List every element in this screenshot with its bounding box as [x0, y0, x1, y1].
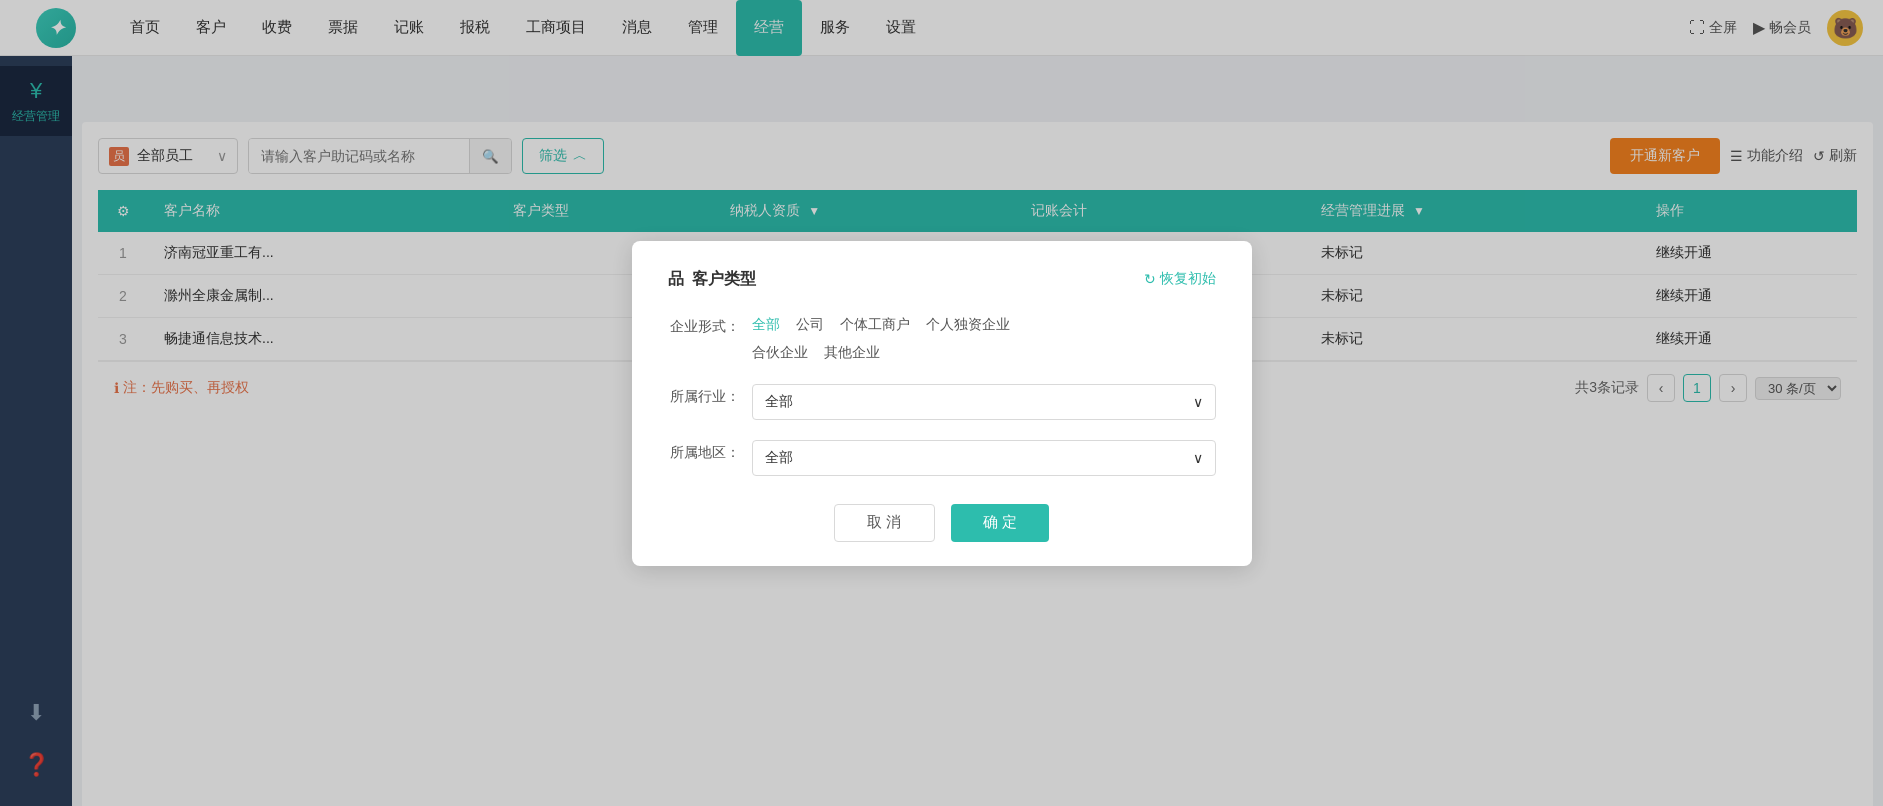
industry-form-row: 所属行业： 全部 ∨ — [668, 384, 1216, 420]
industry-select-container: 全部 ∨ — [752, 384, 1216, 420]
modal-header: 品 客户类型 ↻ 恢复初始 — [668, 269, 1216, 290]
industry-dropdown-icon: ∨ — [1193, 394, 1203, 410]
modal-title: 品 客户类型 — [668, 269, 756, 290]
confirm-button[interactable]: 确 定 — [951, 504, 1049, 542]
enterprise-option-company[interactable]: 公司 — [796, 314, 824, 336]
modal-reset-button[interactable]: ↻ 恢复初始 — [1144, 270, 1216, 288]
enterprise-option-sole[interactable]: 个体工商户 — [840, 314, 910, 336]
modal-title-text: 客户类型 — [692, 269, 756, 290]
enterprise-form-row: 企业形式： 全部 公司 个体工商户 个人独资企业 合伙企业 其他企业 — [668, 314, 1216, 364]
region-select[interactable]: 全部 ∨ — [752, 440, 1216, 476]
reset-icon: ↻ — [1144, 271, 1156, 287]
reset-label: 恢复初始 — [1160, 270, 1216, 288]
region-value: 全部 — [765, 449, 793, 467]
modal-overlay: 品 客户类型 ↻ 恢复初始 企业形式： 全部 公司 个体工商户 个人独资企业 合… — [0, 0, 1883, 806]
enterprise-form-content: 全部 公司 个体工商户 个人独资企业 合伙企业 其他企业 — [752, 314, 1216, 364]
industry-value: 全部 — [765, 393, 793, 411]
modal-title-icon: 品 — [668, 269, 684, 290]
modal-footer: 取 消 确 定 — [668, 504, 1216, 542]
enterprise-form-label: 企业形式： — [668, 314, 740, 336]
region-form-row: 所属地区： 全部 ∨ — [668, 440, 1216, 476]
filter-modal: 品 客户类型 ↻ 恢复初始 企业形式： 全部 公司 个体工商户 个人独资企业 合… — [632, 241, 1252, 566]
enterprise-option-all[interactable]: 全部 — [752, 314, 780, 336]
industry-select[interactable]: 全部 ∨ — [752, 384, 1216, 420]
enterprise-option-fdi[interactable]: 个人独资企业 — [926, 314, 1010, 336]
enterprise-options-row2: 合伙企业 其他企业 — [752, 342, 1216, 364]
region-select-container: 全部 ∨ — [752, 440, 1216, 476]
region-dropdown-icon: ∨ — [1193, 450, 1203, 466]
enterprise-option-other[interactable]: 其他企业 — [824, 342, 880, 364]
industry-label: 所属行业： — [668, 384, 740, 406]
enterprise-options-row1: 全部 公司 个体工商户 个人独资企业 — [752, 314, 1216, 336]
region-label: 所属地区： — [668, 440, 740, 462]
enterprise-option-partnership[interactable]: 合伙企业 — [752, 342, 808, 364]
cancel-button[interactable]: 取 消 — [834, 504, 934, 542]
